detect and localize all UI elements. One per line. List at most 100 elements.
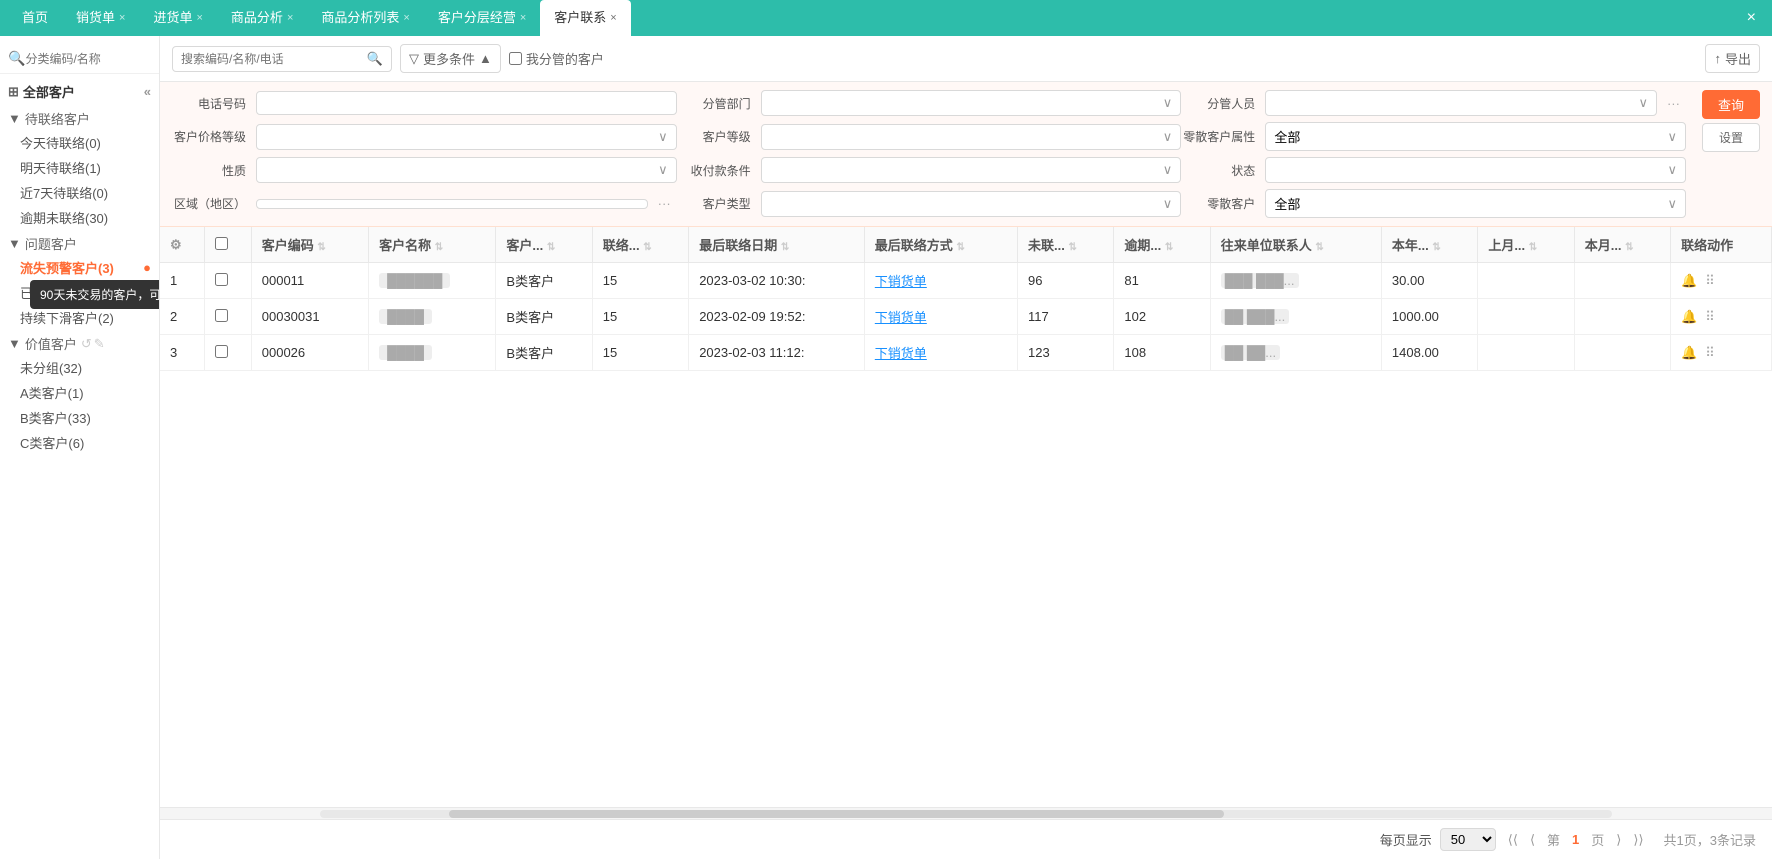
sidebar-item-tomorrow-pending[interactable]: 明天待联络(1) <box>0 155 159 180</box>
col-type-header[interactable]: 客户... ⇅ <box>496 227 592 263</box>
last-page-button[interactable]: ⟩⟩ <box>1629 830 1647 850</box>
sidebar-item-overdue-pending[interactable]: 逾期未联络(30) <box>0 205 159 230</box>
sidebar-section-pending[interactable]: ▼ 待联络客户 <box>0 105 159 130</box>
sidebar-all-customers[interactable]: ⊞ 全部客户 « <box>0 78 159 105</box>
row-checkbox-cell[interactable] <box>204 335 251 371</box>
filter-input-phone[interactable] <box>256 91 677 115</box>
my-customers-checkbox[interactable] <box>509 52 522 65</box>
sidebar-item-today-pending[interactable]: 今天待联络(0) <box>0 130 159 155</box>
edit-icon[interactable]: ✎ <box>94 336 105 352</box>
row-checkbox-cell[interactable] <box>204 263 251 299</box>
sort-icon: ⇅ <box>547 242 555 253</box>
row-last-month <box>1478 335 1574 371</box>
action-contact-icon[interactable]: 🔔 <box>1681 273 1697 289</box>
first-page-button[interactable]: ⟨⟨ <box>1504 830 1522 850</box>
action-more-icon[interactable]: ⠿ <box>1705 309 1715 325</box>
close-icon[interactable]: × <box>403 0 409 36</box>
collapse-icon[interactable]: « <box>144 84 151 99</box>
filter-select-cust-type[interactable]: ∨ <box>761 191 1182 217</box>
action-contact-icon[interactable]: 🔔 <box>1681 345 1697 361</box>
close-icon[interactable]: × <box>520 0 526 36</box>
col-code-header[interactable]: 客户编码 ⇅ <box>251 227 368 263</box>
col-name-header[interactable]: 客户名称 ⇅ <box>369 227 496 263</box>
filter-select-dept[interactable]: ∨ <box>761 90 1182 116</box>
more-icon[interactable]: ··· <box>1661 96 1686 111</box>
settings-icon[interactable]: ⚙ <box>170 237 182 252</box>
nav-sales[interactable]: 销货单 × <box>62 0 139 36</box>
sidebar-item-class-c[interactable]: C类客户(6) <box>0 430 159 455</box>
filter-select-nature[interactable]: ∨ <box>256 157 677 183</box>
col-unlink-header[interactable]: 未联... ⇅ <box>1018 227 1114 263</box>
sidebar-search-input[interactable] <box>25 52 160 66</box>
row-code: 000026 <box>251 335 368 371</box>
nav-home[interactable]: 首页 <box>8 0 62 36</box>
filter-select-payment[interactable]: ∨ <box>761 157 1182 183</box>
col-last-date-header[interactable]: 最后联络日期 ⇅ <box>689 227 865 263</box>
scrollbar-thumb[interactable] <box>449 810 1224 818</box>
sidebar-item-class-b[interactable]: B类客户(33) <box>0 405 159 430</box>
row-checkbox[interactable] <box>215 345 228 358</box>
filter-select-price-grade[interactable]: ∨ <box>256 124 677 150</box>
sidebar-item-7days-pending[interactable]: 近7天待联络(0) <box>0 180 159 205</box>
row-last-method[interactable]: 下销货单 <box>864 299 1017 335</box>
sidebar-item-declining[interactable]: 持续下滑客户(2) <box>0 305 159 330</box>
close-icon[interactable]: × <box>287 0 293 36</box>
select-all-checkbox[interactable] <box>215 237 228 250</box>
sidebar-item-class-a[interactable]: A类客户(1) <box>0 380 159 405</box>
search-button[interactable]: 🔍 <box>367 51 383 67</box>
filter-select-manager[interactable]: ∨ <box>1265 90 1657 116</box>
row-checkbox[interactable] <box>215 273 228 286</box>
col-this-month-header[interactable]: 本月... ⇅ <box>1574 227 1670 263</box>
more-conditions-button[interactable]: ▽ 更多条件 ▲ <box>400 44 501 73</box>
col-contact-header[interactable]: 联络... ⇅ <box>592 227 688 263</box>
settings-button[interactable]: 设置 <box>1702 123 1760 152</box>
prev-page-button[interactable]: ⟨ <box>1526 830 1539 850</box>
search-input[interactable] <box>181 52 367 66</box>
col-unit-contact-header[interactable]: 往来单位联系人 ⇅ <box>1210 227 1381 263</box>
sidebar-section-problem[interactable]: ▼ 问题客户 <box>0 230 159 255</box>
action-more-icon[interactable]: ⠿ <box>1705 345 1715 361</box>
horizontal-scrollbar[interactable] <box>160 807 1772 819</box>
per-page-select[interactable]: 50 100 <box>1440 828 1496 851</box>
close-icon[interactable]: × <box>196 0 202 36</box>
next-page-button[interactable]: ⟩ <box>1612 830 1625 850</box>
sidebar-section-value[interactable]: ▼ 价值客户 ↺ ✎ <box>0 330 159 355</box>
row-name: ████ <box>369 299 496 335</box>
nav-customer-segment[interactable]: 客户分层经营 × <box>424 0 540 36</box>
nav-customer-contact[interactable]: 客户联系 × <box>540 0 630 36</box>
filter-select-status[interactable]: ∨ <box>1265 157 1686 183</box>
filter-select-retail-attr[interactable]: 全部 ∨ <box>1265 122 1686 151</box>
filter-select-region[interactable] <box>256 199 648 209</box>
col-overdue-header[interactable]: 逾期... ⇅ <box>1114 227 1210 263</box>
sidebar-item-churn-warning[interactable]: 流失预警客户(3) ● <box>0 255 159 280</box>
row-checkbox-cell[interactable] <box>204 299 251 335</box>
col-last-month-header[interactable]: 上月... ⇅ <box>1478 227 1574 263</box>
col-last-method-header[interactable]: 最后联络方式 ⇅ <box>864 227 1017 263</box>
row-last-method[interactable]: 下销货单 <box>864 263 1017 299</box>
nav-purchase[interactable]: 进货单 × <box>139 0 216 36</box>
nav-product-analysis-list[interactable]: 商品分析列表 × <box>307 0 423 36</box>
window-close-button[interactable]: × <box>1739 9 1764 27</box>
col-settings[interactable]: ⚙ <box>160 227 204 263</box>
export-button[interactable]: ↑ 导出 <box>1705 44 1760 73</box>
refresh-icon[interactable]: ↺ <box>81 336 92 352</box>
filter-select-retail[interactable]: 全部 ∨ <box>1265 189 1686 218</box>
close-icon[interactable]: × <box>119 0 125 36</box>
sidebar-search: 🔍 <box>0 44 159 74</box>
sidebar-item-churned[interactable]: 已流失客户(24) <box>0 280 159 305</box>
col-this-year-header[interactable]: 本年... ⇅ <box>1381 227 1477 263</box>
chevron-up-icon: ▲ <box>479 51 492 66</box>
more-icon[interactable]: ··· <box>652 196 677 211</box>
filter-row-3: 性质 ∨ 收付款条件 ∨ <box>172 157 1686 183</box>
nav-product-analysis[interactable]: 商品分析 × <box>217 0 307 36</box>
filter-select-cust-grade[interactable]: ∨ <box>761 124 1182 150</box>
close-icon[interactable]: × <box>610 0 616 36</box>
col-checkbox-header[interactable] <box>204 227 251 263</box>
filter-cell-dept: 分管部门 ∨ <box>677 90 1182 116</box>
action-contact-icon[interactable]: 🔔 <box>1681 309 1697 325</box>
action-more-icon[interactable]: ⠿ <box>1705 273 1715 289</box>
row-last-method[interactable]: 下销货单 <box>864 335 1017 371</box>
query-button[interactable]: 查询 <box>1702 90 1760 119</box>
row-checkbox[interactable] <box>215 309 228 322</box>
sidebar-item-ungrouped[interactable]: 未分组(32) <box>0 355 159 380</box>
